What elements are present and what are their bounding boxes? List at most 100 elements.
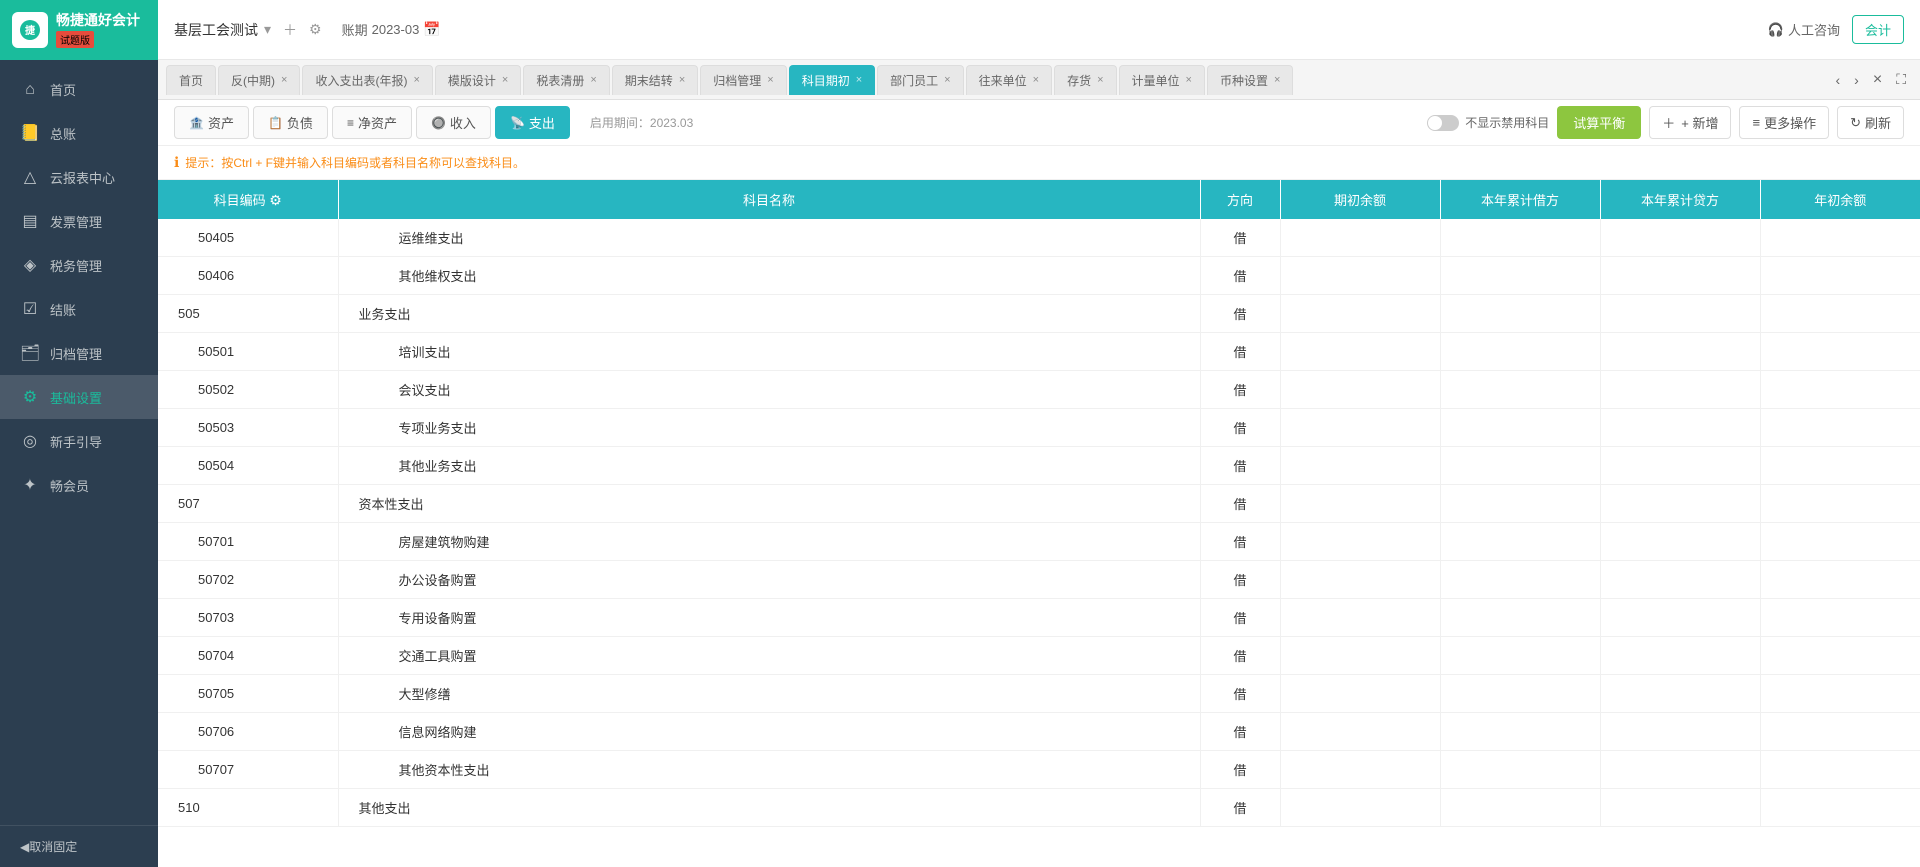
cell-dir: 借 xyxy=(1200,789,1280,827)
cell-dir: 借 xyxy=(1200,371,1280,409)
chevron-down-icon[interactable]: ▾ xyxy=(264,21,271,38)
sidebar-item-home[interactable]: ⌂ 首页 xyxy=(0,68,158,111)
cell-ytd-credit xyxy=(1600,219,1760,257)
table-row[interactable]: 50705 大型修缮 借 xyxy=(158,675,1920,713)
table-row[interactable]: 510 其他支出 借 xyxy=(158,789,1920,827)
cell-name: 其他维权支出 xyxy=(338,257,1200,295)
tab-unit[interactable]: 计量单位 × xyxy=(1119,65,1205,95)
sidebar-item-guide[interactable]: ◎ 新手引导 xyxy=(0,419,158,463)
sidebar-item-member[interactable]: ✦ 畅会员 xyxy=(0,463,158,507)
tab-income-report[interactable]: 收入支出表(年报) × xyxy=(302,65,432,95)
app-name: 畅捷通好会计 xyxy=(56,12,140,29)
tab-home[interactable]: 首页 xyxy=(166,65,216,95)
tab-template[interactable]: 模版设计 × xyxy=(435,65,521,95)
table-row[interactable]: 507 资本性支出 借 xyxy=(158,485,1920,523)
cell-init-balance xyxy=(1280,523,1440,561)
tab-close-currency[interactable]: × xyxy=(1274,74,1280,86)
tab-close-template[interactable]: × xyxy=(502,74,508,86)
table-row[interactable]: 50502 会议支出 借 xyxy=(158,371,1920,409)
tab-close-income-report[interactable]: × xyxy=(413,74,419,86)
tab-tax[interactable]: 税表清册 × xyxy=(523,65,609,95)
disable-toggle[interactable] xyxy=(1427,115,1459,131)
table-row[interactable]: 50706 信息网络购建 借 xyxy=(158,713,1920,751)
sidebar-pin-toggle[interactable]: ◀︎取消固定 xyxy=(0,825,158,867)
subtab-expense[interactable]: 📡 支出 xyxy=(495,106,570,139)
cell-name: 会议支出 xyxy=(338,371,1200,409)
sidebar-item-archive[interactable]: 🗂 归档管理 xyxy=(0,331,158,375)
tab-inventory[interactable]: 存货 × xyxy=(1054,65,1116,95)
cell-ytd-debit xyxy=(1440,713,1600,751)
tab-transfer[interactable]: 期末结转 × xyxy=(612,65,698,95)
cell-code: 50704 xyxy=(158,637,338,675)
table-row[interactable]: 50406 其他维权支出 借 xyxy=(158,257,1920,295)
table-row[interactable]: 50701 房屋建筑物购建 借 xyxy=(158,523,1920,561)
table-row[interactable]: 50503 专项业务支出 借 xyxy=(158,409,1920,447)
calendar-icon[interactable]: 📅 xyxy=(423,21,440,38)
table-row[interactable]: 50702 办公设备购置 借 xyxy=(158,561,1920,599)
table-row[interactable]: 50707 其他资本性支出 借 xyxy=(158,751,1920,789)
tab-period[interactable]: 反(中期) × xyxy=(218,65,300,95)
sidebar-item-reports[interactable]: △ 云报表中心 xyxy=(0,155,158,199)
subtab-liability[interactable]: 📋 负债 xyxy=(253,106,328,139)
tab-close-subject-init[interactable]: × xyxy=(856,74,862,86)
sidebar-item-basic[interactable]: ⚙ 基础设置 xyxy=(0,375,158,419)
cell-code: 50405 xyxy=(158,219,338,257)
tab-clients[interactable]: 往来单位 × xyxy=(966,65,1052,95)
tab-close-clients[interactable]: × xyxy=(1033,74,1039,86)
cell-year-init xyxy=(1760,789,1920,827)
tab-subject-init[interactable]: 科目期初 × xyxy=(789,65,875,95)
service-button[interactable]: 🎧 人工咨询 xyxy=(1768,20,1840,39)
tab-dept[interactable]: 部门员工 × xyxy=(877,65,963,95)
sidebar-label-member: 畅会员 xyxy=(50,476,89,495)
toggle-container: 不显示禁用科目 xyxy=(1427,114,1549,131)
cell-code: 50705 xyxy=(158,675,338,713)
cell-ytd-credit xyxy=(1600,409,1760,447)
tab-close-dept[interactable]: × xyxy=(944,74,950,86)
cell-code: 50703 xyxy=(158,599,338,637)
tab-archive[interactable]: 归档管理 × xyxy=(700,65,786,95)
sidebar-item-settle[interactable]: ☑ 结账 xyxy=(0,287,158,331)
tab-close-period[interactable]: × xyxy=(281,74,287,86)
col-settings-icon[interactable]: ⚙ xyxy=(269,192,282,208)
refresh-button[interactable]: ↻ 刷新 xyxy=(1837,106,1904,139)
add-tab-icon[interactable]: ＋ xyxy=(283,20,297,40)
tab-close-inventory[interactable]: × xyxy=(1097,74,1103,86)
table-row[interactable]: 50703 专用设备购置 借 xyxy=(158,599,1920,637)
tab-close-tax[interactable]: × xyxy=(590,74,596,86)
tab-close-all-icon[interactable]: × xyxy=(1867,67,1888,93)
table-row[interactable]: 50704 交通工具购置 借 xyxy=(158,637,1920,675)
tab-prev-icon[interactable]: ‹ xyxy=(1830,68,1847,92)
tab-close-unit[interactable]: × xyxy=(1186,74,1192,86)
sidebar-item-tax[interactable]: ◈ 税务管理 xyxy=(0,243,158,287)
tab-expand-icon[interactable]: ⛶ xyxy=(1890,67,1912,92)
balance-button[interactable]: 试算平衡 xyxy=(1557,106,1641,139)
subtab-net-asset[interactable]: ≡ 净资产 xyxy=(332,106,412,139)
subtab-income[interactable]: 🔘 收入 xyxy=(416,106,491,139)
sidebar-label-basic: 基础设置 xyxy=(50,388,102,407)
table-row[interactable]: 505 业务支出 借 xyxy=(158,295,1920,333)
sidebar-item-ledger[interactable]: 📒 总账 xyxy=(0,111,158,155)
add-button[interactable]: ＋ + 新增 xyxy=(1649,106,1731,139)
period-display: 账期 2023-03 📅 xyxy=(342,20,441,39)
company-selector[interactable]: 基层工会测试 ▾ xyxy=(174,20,271,40)
cell-ytd-credit xyxy=(1600,257,1760,295)
tab-close-archive[interactable]: × xyxy=(767,74,773,86)
subtab-asset[interactable]: 🏦 资产 xyxy=(174,106,249,139)
tab-currency[interactable]: 币种设置 × xyxy=(1207,65,1293,95)
cell-ytd-debit xyxy=(1440,371,1600,409)
sidebar-item-invoice[interactable]: ▤ 发票管理 xyxy=(0,199,158,243)
cell-dir: 借 xyxy=(1200,523,1280,561)
cell-code: 50706 xyxy=(158,713,338,751)
kuaiji-button[interactable]: 会计 xyxy=(1852,15,1904,44)
tab-next-icon[interactable]: › xyxy=(1848,68,1865,92)
table-row[interactable]: 50405 运维维支出 借 xyxy=(158,219,1920,257)
table-row[interactable]: 50501 培训支出 借 xyxy=(158,333,1920,371)
cell-code: 50501 xyxy=(158,333,338,371)
tab-close-transfer[interactable]: × xyxy=(679,74,685,86)
table-row[interactable]: 50504 其他业务支出 借 xyxy=(158,447,1920,485)
cell-dir: 借 xyxy=(1200,333,1280,371)
expense-icon: 📡 xyxy=(510,116,525,130)
settings-icon[interactable]: ⚙ xyxy=(309,21,322,38)
cell-ytd-credit xyxy=(1600,599,1760,637)
more-button[interactable]: ≡ 更多操作 xyxy=(1739,106,1829,139)
